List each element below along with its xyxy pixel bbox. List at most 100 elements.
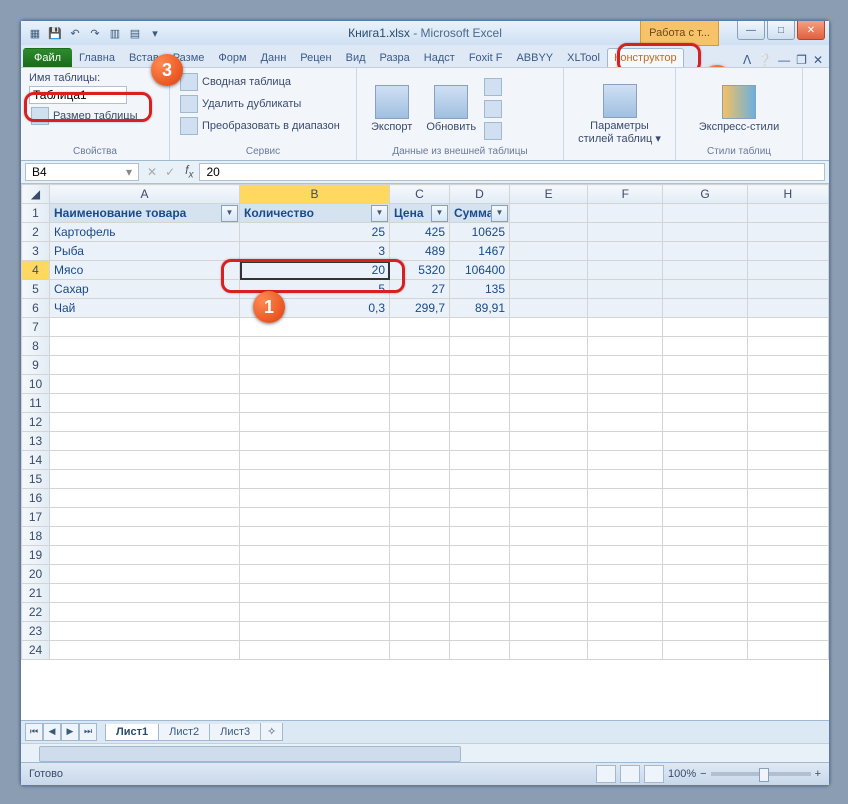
filter-button[interactable]: ▼	[221, 205, 238, 222]
tab-data[interactable]: Данн	[254, 48, 294, 67]
tab-abbyy[interactable]: ABBYY	[509, 48, 560, 67]
ext-icon[interactable]	[484, 122, 502, 140]
pivot-table-button[interactable]: Сводная таблица	[178, 72, 348, 92]
table-name-input[interactable]	[29, 86, 127, 104]
col-header-h[interactable]: H	[747, 185, 828, 204]
ext-icon[interactable]	[484, 78, 502, 96]
zoom-level[interactable]: 100%	[668, 768, 696, 780]
row-header[interactable]: 15	[22, 470, 50, 489]
quick-styles-button[interactable]: Экспресс-стили	[693, 83, 785, 135]
row-header[interactable]: 12	[22, 413, 50, 432]
cell[interactable]: Сахар	[50, 280, 240, 299]
tab-addins[interactable]: Надст	[417, 48, 462, 67]
row-header[interactable]: 8	[22, 337, 50, 356]
new-sheet-button[interactable]: ✧	[260, 723, 283, 741]
cell[interactable]: 425	[390, 223, 450, 242]
view-layout-button[interactable]	[620, 765, 640, 783]
tab-review[interactable]: Рецен	[293, 48, 338, 67]
tab-design[interactable]: Конструктор	[607, 48, 684, 67]
sheet-nav-next[interactable]: ▶	[61, 723, 79, 741]
row-header[interactable]: 7	[22, 318, 50, 337]
tab-formulas[interactable]: Форм	[211, 48, 253, 67]
row-header[interactable]: 3	[22, 242, 50, 261]
minimize-button[interactable]: —	[737, 21, 765, 40]
filter-button[interactable]: ▼	[491, 205, 508, 222]
help-icon[interactable]: ❔	[757, 53, 772, 67]
redo-icon[interactable]: ↷	[87, 25, 103, 41]
name-box[interactable]: B4▾	[25, 163, 139, 181]
row-header[interactable]: 5	[22, 280, 50, 299]
tab-pagelayout[interactable]: Разме	[166, 48, 212, 67]
maximize-button[interactable]: □	[767, 21, 795, 40]
tab-developer[interactable]: Разра	[373, 48, 417, 67]
col-header-f[interactable]: F	[588, 185, 663, 204]
col-header-c[interactable]: C	[390, 185, 450, 204]
sheet-tab[interactable]: Лист3	[209, 724, 261, 741]
tab-insert[interactable]: Встав	[122, 48, 166, 67]
sheet-nav-first[interactable]: ⏮	[25, 723, 43, 741]
sheet-nav-prev[interactable]: ◀	[43, 723, 61, 741]
row-header[interactable]: 9	[22, 356, 50, 375]
zoom-in-button[interactable]: +	[815, 768, 821, 780]
row-header[interactable]: 17	[22, 508, 50, 527]
cancel-icon[interactable]: ✕	[143, 165, 161, 179]
cell[interactable]: 489	[390, 242, 450, 261]
cell[interactable]: 27	[390, 280, 450, 299]
col-header-a[interactable]: A	[50, 185, 240, 204]
undo-icon[interactable]: ↶	[67, 25, 83, 41]
formula-input[interactable]: 20	[199, 163, 825, 181]
tab-view[interactable]: Вид	[339, 48, 373, 67]
cell[interactable]: 10625	[450, 223, 510, 242]
col-header-e[interactable]: E	[510, 185, 588, 204]
cell[interactable]: 25	[240, 223, 390, 242]
row-header[interactable]: 24	[22, 641, 50, 660]
cell[interactable]: 106400	[450, 261, 510, 280]
fx-icon[interactable]: fx	[179, 163, 199, 180]
cell[interactable]: 89,91	[450, 299, 510, 318]
cell[interactable]: 3	[240, 242, 390, 261]
table-header-cell[interactable]: Наименование товара▼	[50, 204, 240, 223]
sheet-nav-last[interactable]: ⏭	[79, 723, 97, 741]
resize-table-button[interactable]: Размер таблицы	[29, 106, 161, 126]
row-header[interactable]: 6	[22, 299, 50, 318]
qat-icon[interactable]: ▥	[107, 25, 123, 41]
sheet-tab[interactable]: Лист1	[105, 724, 159, 741]
cell[interactable]: Рыба	[50, 242, 240, 261]
remove-duplicates-button[interactable]: Удалить дубликаты	[178, 94, 348, 114]
style-options-button[interactable]: Параметры стилей таблиц ▾	[572, 82, 667, 147]
cell[interactable]: 1467	[450, 242, 510, 261]
row-header[interactable]: 21	[22, 584, 50, 603]
cell[interactable]: Мясо	[50, 261, 240, 280]
ext-icon[interactable]	[484, 100, 502, 118]
row-header[interactable]: 14	[22, 451, 50, 470]
col-header-g[interactable]: G	[663, 185, 747, 204]
row-header[interactable]: 23	[22, 622, 50, 641]
cell[interactable]: Чай	[50, 299, 240, 318]
row-header[interactable]: 10	[22, 375, 50, 394]
row-header[interactable]: 20	[22, 565, 50, 584]
tab-file[interactable]: Файл	[23, 48, 72, 67]
tab-foxit[interactable]: Foxit F	[462, 48, 510, 67]
cell[interactable]: 5	[240, 280, 390, 299]
cell[interactable]: 0,3	[240, 299, 390, 318]
row-header[interactable]: 11	[22, 394, 50, 413]
close-button[interactable]: ✕	[797, 21, 825, 40]
cell[interactable]: 5320	[390, 261, 450, 280]
doc-restore-icon[interactable]: ❐	[796, 53, 807, 67]
table-header-cell[interactable]: Количество▼	[240, 204, 390, 223]
col-header-d[interactable]: D	[450, 185, 510, 204]
doc-minimize-icon[interactable]: —	[778, 53, 790, 67]
cell[interactable]: 135	[450, 280, 510, 299]
row-header[interactable]: 2	[22, 223, 50, 242]
row-header[interactable]: 18	[22, 527, 50, 546]
row-header[interactable]: 19	[22, 546, 50, 565]
doc-close-icon[interactable]: ✕	[813, 53, 823, 67]
export-button[interactable]: Экспорт	[365, 83, 418, 135]
zoom-out-button[interactable]: −	[700, 768, 706, 780]
row-header[interactable]: 16	[22, 489, 50, 508]
active-cell[interactable]: 20	[240, 261, 390, 280]
col-header-b[interactable]: B	[240, 185, 390, 204]
table-header-cell[interactable]: Цена▼	[390, 204, 450, 223]
worksheet-grid[interactable]: ◢ A B C D E F G H 1 Наименование товара▼…	[21, 184, 829, 720]
tab-xltools[interactable]: XLTool	[560, 48, 607, 67]
